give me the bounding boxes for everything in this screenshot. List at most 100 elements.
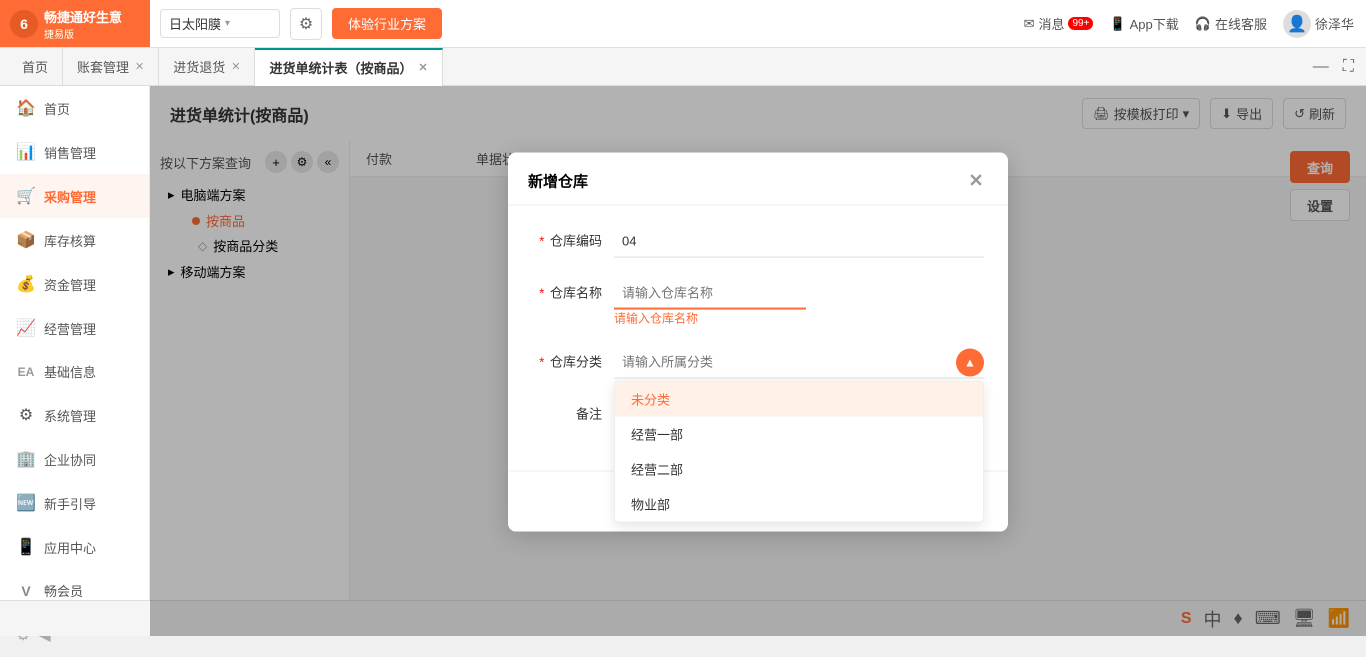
sidebar-item-operations[interactable]: 📈 经营管理	[0, 306, 149, 350]
dropdown-option-dept3[interactable]: 物业部	[615, 487, 983, 522]
apps-icon: 📱	[16, 537, 36, 557]
user-profile-btn[interactable]: 👤 徐泽华	[1283, 10, 1354, 38]
operations-icon: 📈	[16, 318, 36, 338]
sidebar-item-system[interactable]: ⚙ 系统管理	[0, 393, 149, 437]
tab-purchase-return-close-icon[interactable]: ✕	[231, 60, 240, 73]
tab-purchase-return[interactable]: 进货退货 ✕	[159, 48, 255, 86]
finance-icon: 💰	[16, 274, 36, 294]
sidebar-item-stock[interactable]: 📦 库存核算	[0, 218, 149, 262]
sidebar-item-home[interactable]: 🏠 首页	[0, 86, 149, 130]
tab-right-controls: — ⛶	[1309, 58, 1358, 76]
logo-text: 畅捷通好生意 捷易版	[44, 7, 122, 41]
sales-icon: 📊	[16, 142, 36, 162]
tab-purchase-stats[interactable]: 进货单统计表（按商品） ✕	[255, 48, 442, 86]
purchase-icon: 🛒	[16, 186, 36, 206]
category-dropdown-list: 未分类 经营一部 经营二部 物业部	[614, 381, 984, 523]
tab-bar: 首页 账套管理 ✕ 进货退货 ✕ 进货单统计表（按商品） ✕ — ⛶	[0, 48, 1366, 86]
sidebar-item-apps[interactable]: 📱 应用中心	[0, 525, 149, 569]
sidebar-item-operations-label: 经营管理	[44, 319, 96, 338]
sidebar-item-enterprise[interactable]: 🏢 企业协同	[0, 437, 149, 481]
category-input[interactable]	[614, 351, 956, 374]
sidebar: 🏠 首页 📊 销售管理 🛒 采购管理 📦 库存核算 💰 资金管理 📈 经营管理 …	[0, 86, 150, 636]
store-name: 日太阳膜	[169, 14, 221, 33]
sidebar-item-home-label: 首页	[44, 99, 70, 118]
tab-purchase-stats-close-icon[interactable]: ✕	[419, 61, 428, 74]
dropdown-option-dept1[interactable]: 经营一部	[615, 417, 983, 452]
dropdown-input-row: ▲	[614, 347, 984, 379]
dropdown-toggle-icon[interactable]: ▲	[956, 348, 984, 376]
sidebar-item-sales[interactable]: 📊 销售管理	[0, 130, 149, 174]
content-area: 进货单统计(按商品) 🖨 按模板打印 ▾ ⬇ 导出 ↺ 刷新	[150, 86, 1366, 636]
sidebar-item-basic-label: 基础信息	[44, 362, 96, 381]
warehouse-name-input-row: * 仓库名称	[532, 278, 806, 310]
warehouse-category-row: * 仓库分类 ▲ 未分类 经营一部 经营二部 物业部	[532, 347, 984, 379]
top-header: 6 畅捷通好生意 捷易版 日太阳膜 ▾ ⚙ 体验行业方案 ✉ 消息 99+ 📱 …	[0, 0, 1366, 48]
sidebar-item-purchase-label: 采购管理	[44, 187, 96, 206]
warehouse-remark-label: 备注	[532, 399, 602, 431]
tab-accounts-label: 账套管理	[77, 57, 129, 76]
warehouse-code-input[interactable]	[614, 226, 984, 258]
modal-body: * 仓库编码 * 仓库名称 请输入仓库名称	[508, 206, 1008, 471]
logo-icon: 6	[10, 10, 38, 38]
sidebar-item-basic[interactable]: EA 基础信息	[0, 350, 149, 393]
error-message: 请输入仓库名称	[614, 312, 698, 326]
guide-icon: 🆕	[16, 493, 36, 513]
sidebar-item-apps-label: 应用中心	[44, 538, 96, 557]
add-warehouse-modal: 新增仓库 ✕ * 仓库编码 * 仓库名称	[508, 153, 1008, 532]
modal-header: 新增仓库 ✕	[508, 153, 1008, 206]
warehouse-name-input[interactable]	[614, 278, 806, 310]
sidebar-item-finance[interactable]: 💰 资金管理	[0, 262, 149, 306]
tab-home[interactable]: 首页	[8, 48, 63, 86]
tab-accounts[interactable]: 账套管理 ✕	[63, 48, 159, 86]
sidebar-item-finance-label: 资金管理	[44, 275, 96, 294]
tab-purchase-stats-label: 进货单统计表（按商品）	[269, 58, 412, 77]
message-badge: 99+	[1068, 17, 1093, 30]
warehouse-category-label: * 仓库分类	[532, 347, 602, 379]
online-service-btn[interactable]: 🎧 在线客服	[1195, 14, 1267, 33]
dropdown-option-dept2[interactable]: 经营二部	[615, 452, 983, 487]
avatar: 👤	[1283, 10, 1311, 38]
warehouse-code-label: * 仓库编码	[532, 226, 602, 258]
sidebar-item-guide[interactable]: 🆕 新手引导	[0, 481, 149, 525]
sidebar-item-guide-label: 新手引导	[44, 494, 96, 513]
sidebar-item-system-label: 系统管理	[44, 406, 96, 425]
stock-icon: 📦	[16, 230, 36, 250]
warehouse-code-row: * 仓库编码	[532, 226, 984, 258]
required-mark: *	[539, 234, 544, 249]
store-arrow-icon: ▾	[225, 18, 230, 29]
message-btn[interactable]: ✉ 消息 99+	[1024, 14, 1094, 33]
warehouse-name-row: * 仓库名称 请输入仓库名称	[532, 278, 984, 327]
home-icon: 🏠	[16, 98, 36, 118]
tab-minimize-icon[interactable]: —	[1309, 58, 1333, 76]
logo-area: 6 畅捷通好生意 捷易版	[0, 0, 150, 47]
sidebar-item-vip-label: 畅会员	[44, 581, 83, 600]
warehouse-name-error: 请输入仓库名称	[532, 310, 698, 327]
required-mark-2: *	[539, 286, 544, 301]
settings-icon[interactable]: ⚙	[290, 8, 322, 40]
tab-maximize-icon[interactable]: ⛶	[1339, 58, 1358, 76]
modal-title: 新增仓库	[528, 170, 588, 191]
message-icon: ✉	[1024, 16, 1035, 32]
trial-button[interactable]: 体验行业方案	[332, 8, 442, 39]
sidebar-item-enterprise-label: 企业协同	[44, 450, 96, 469]
warehouse-category-dropdown: ▲ 未分类 经营一部 经营二部 物业部	[614, 347, 984, 379]
tab-accounts-close-icon[interactable]: ✕	[135, 60, 144, 73]
system-icon: ⚙	[16, 405, 36, 425]
main-layout: 🏠 首页 📊 销售管理 🛒 采购管理 📦 库存核算 💰 资金管理 📈 经营管理 …	[0, 86, 1366, 636]
phone-icon: 📱	[1109, 16, 1125, 32]
app-download-btn[interactable]: 📱 App下载	[1109, 14, 1178, 33]
store-selector[interactable]: 日太阳膜 ▾	[160, 9, 280, 38]
tab-purchase-return-label: 进货退货	[173, 57, 225, 76]
sidebar-item-stock-label: 库存核算	[44, 231, 96, 250]
warehouse-name-label: * 仓库名称	[532, 278, 602, 310]
enterprise-icon: 🏢	[16, 449, 36, 469]
headset-icon: 🎧	[1195, 16, 1211, 32]
tab-home-label: 首页	[22, 57, 48, 76]
sidebar-item-sales-label: 销售管理	[44, 143, 96, 162]
sidebar-item-purchase[interactable]: 🛒 采购管理	[0, 174, 149, 218]
basic-info-icon: EA	[16, 365, 36, 379]
modal-close-icon[interactable]: ✕	[964, 169, 988, 193]
dropdown-option-none[interactable]: 未分类	[615, 382, 983, 417]
vip-icon: V	[16, 583, 36, 599]
required-mark-3: *	[539, 355, 544, 370]
